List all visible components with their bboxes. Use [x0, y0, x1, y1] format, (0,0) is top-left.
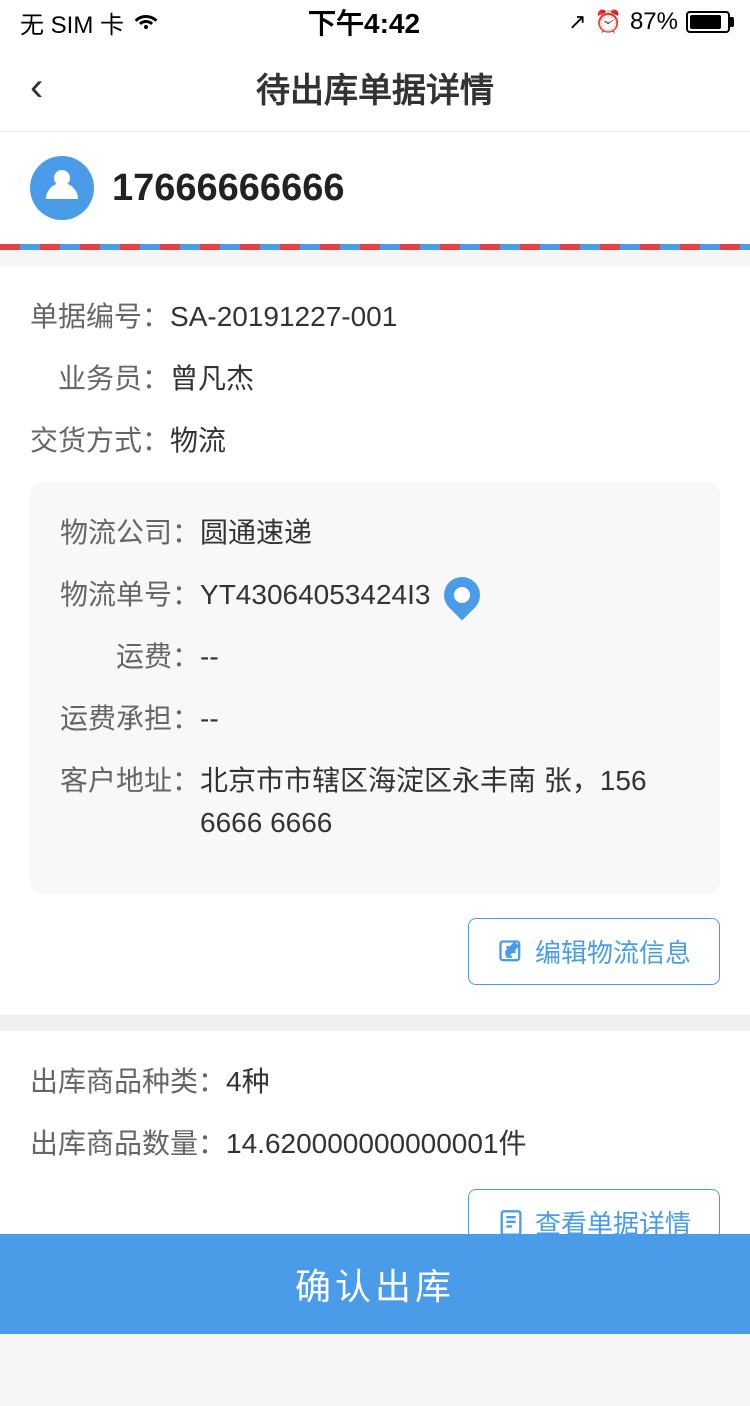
- main-content: 17666666666 单据编号： SA-20191227-001 业务员： 曾…: [0, 132, 750, 1406]
- address-label: 客户地址：: [60, 760, 200, 802]
- freight-bearer-row: 运费承担： --: [60, 698, 690, 740]
- edit-logistics-button[interactable]: 编辑物流信息: [468, 918, 720, 985]
- status-bar-right: ↗ ⏰ 87%: [568, 8, 730, 36]
- freight-value: --: [200, 636, 690, 678]
- wifi-icon: [132, 8, 160, 36]
- confirm-button[interactable]: 确认出库: [295, 1258, 455, 1310]
- edit-icon: [497, 938, 525, 966]
- back-button[interactable]: ‹: [30, 65, 43, 110]
- status-bar: 无 SIM 卡 下午4:42 ↗ ⏰ 87%: [0, 0, 750, 44]
- order-number-value: SA-20191227-001: [170, 296, 720, 338]
- logistics-company-row: 物流公司： 圆通速递: [60, 512, 690, 554]
- tracking-number-label: 物流单号：: [60, 574, 200, 616]
- delivery-method-value: 物流: [170, 420, 720, 462]
- nav-bar: ‹ 待出库单据详情: [0, 44, 750, 132]
- goods-quantity-value: 14.620000000000001件: [226, 1123, 720, 1165]
- goods-type-label: 出库商品种类：: [30, 1061, 226, 1103]
- tracking-number-row: 物流单号： YT43064053424I3: [60, 574, 690, 616]
- battery-percent: 87%: [630, 8, 678, 36]
- user-icon: [43, 165, 81, 212]
- battery-fill: [690, 15, 721, 29]
- order-info-section: 单据编号： SA-20191227-001 业务员： 曾凡杰 交货方式： 物流 …: [0, 266, 750, 1015]
- status-bar-left: 无 SIM 卡: [20, 5, 160, 40]
- edit-logistics-button-container: 编辑物流信息: [30, 918, 720, 985]
- bottom-bar: 确认出库: [0, 1234, 750, 1334]
- carrier-text: 无 SIM 卡: [20, 5, 124, 40]
- logistics-company-value: 圆通速递: [200, 512, 690, 554]
- status-bar-time: 下午4:42: [308, 2, 420, 42]
- battery-icon: [686, 11, 730, 33]
- order-number-row: 单据编号： SA-20191227-001: [30, 296, 720, 338]
- location-icon: ↗: [568, 9, 586, 35]
- page-title: 待出库单据详情: [256, 63, 494, 112]
- goods-quantity-row: 出库商品数量： 14.620000000000001件: [30, 1123, 720, 1165]
- freight-row: 运费： --: [60, 636, 690, 678]
- freight-bearer-value: --: [200, 698, 690, 740]
- goods-quantity-label: 出库商品数量：: [30, 1123, 226, 1165]
- section-separator: [0, 1015, 750, 1031]
- logistics-card: 物流公司： 圆通速递 物流单号： YT43064053424I3 运费： -- …: [30, 482, 720, 894]
- dashed-divider: [0, 244, 750, 250]
- location-pin-icon[interactable]: [437, 570, 488, 621]
- alarm-icon: ⏰: [595, 9, 622, 35]
- delivery-method-label: 交货方式：: [30, 420, 170, 462]
- delivery-method-row: 交货方式： 物流: [30, 420, 720, 462]
- salesperson-value: 曾凡杰: [170, 358, 720, 400]
- salesperson-label: 业务员：: [30, 358, 170, 400]
- salesperson-row: 业务员： 曾凡杰: [30, 358, 720, 400]
- tracking-number-value: YT43064053424I3: [200, 574, 480, 616]
- freight-bearer-label: 运费承担：: [60, 698, 200, 740]
- goods-type-row: 出库商品种类： 4种: [30, 1061, 720, 1103]
- address-row: 客户地址： 北京市市辖区海淀区永丰南 张，156 6666 6666: [60, 760, 690, 844]
- logistics-company-label: 物流公司：: [60, 512, 200, 554]
- customer-header: 17666666666: [0, 132, 750, 244]
- goods-type-value: 4种: [226, 1061, 720, 1103]
- order-number-label: 单据编号：: [30, 296, 170, 338]
- avatar: [30, 156, 94, 220]
- address-value: 北京市市辖区海淀区永丰南 张，156 6666 6666: [200, 760, 690, 844]
- freight-label: 运费：: [60, 636, 200, 678]
- document-icon: [497, 1209, 525, 1237]
- edit-logistics-label: 编辑物流信息: [535, 933, 691, 970]
- customer-phone: 17666666666: [112, 167, 344, 210]
